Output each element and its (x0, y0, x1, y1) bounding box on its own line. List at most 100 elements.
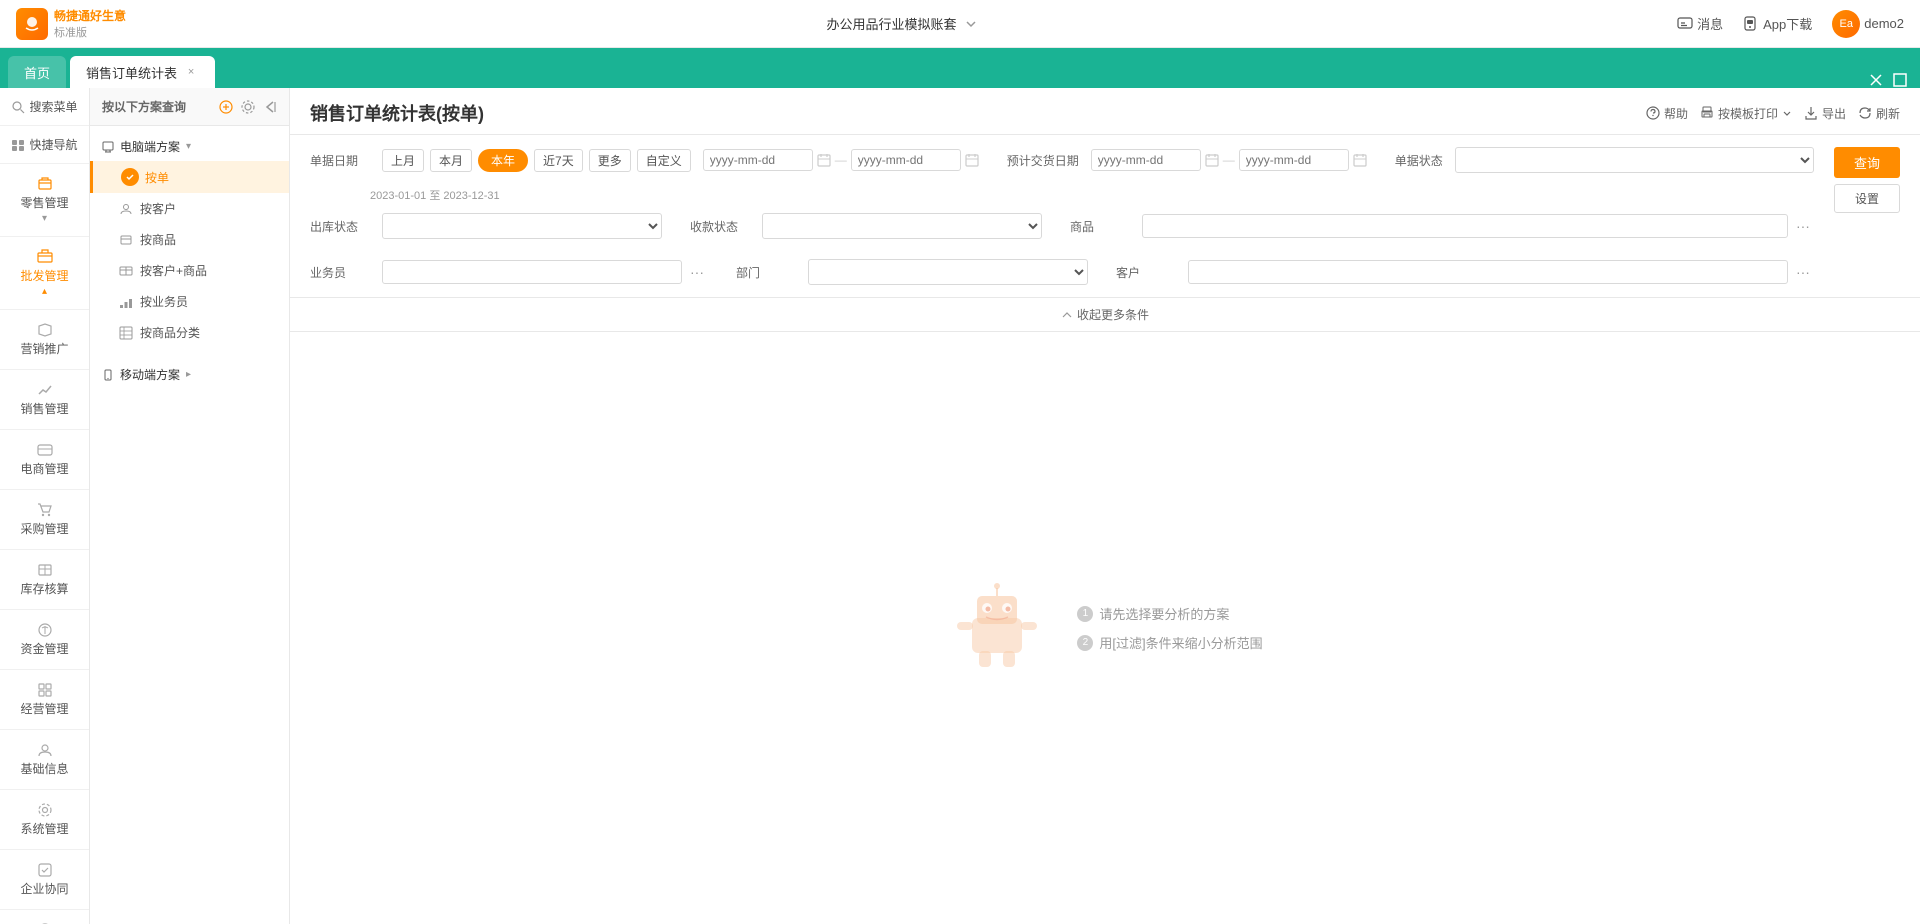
help-button[interactable]: 帮助 (1646, 105, 1688, 122)
sidebar-item-ecommerce[interactable]: 电商管理 (0, 430, 89, 490)
salesperson-input[interactable] (382, 260, 682, 284)
out-status-select[interactable] (382, 213, 662, 239)
add-scheme-icon[interactable] (219, 100, 233, 114)
tab-active[interactable]: 销售订单统计表 × (70, 56, 215, 88)
message-button[interactable]: 消息 (1677, 14, 1723, 33)
expected-date-end[interactable] (1239, 149, 1349, 171)
help-icon (1646, 106, 1660, 120)
status-label: 单据状态 (1395, 154, 1443, 168)
sidebar-item-operations[interactable]: 经营管理 (0, 670, 89, 730)
left-panel-header: 按以下方案查询 (90, 88, 289, 126)
goods-label: 商品 (1070, 218, 1130, 235)
purchase-icon (37, 502, 53, 518)
last-7days-btn[interactable]: 近7天 (534, 149, 583, 172)
filter-row-person: 业务员 ··· 部门 客户 (310, 259, 1814, 285)
date-start-input[interactable] (703, 149, 813, 171)
pc-scheme-group-header[interactable]: 电脑端方案 ▾ (90, 132, 289, 161)
sidebar-item-retail[interactable]: 零售管理 ▾ (0, 164, 89, 237)
tab-close-button[interactable]: × (183, 64, 199, 80)
salesperson-more-btn[interactable]: ··· (686, 264, 708, 280)
sidebar-item-system[interactable]: 系统管理 (0, 790, 89, 850)
date-end-input[interactable] (851, 149, 961, 171)
collapse-icon (1061, 309, 1073, 321)
expected-date-sep: — (1223, 153, 1235, 167)
more-date-btn[interactable]: 更多 (589, 149, 631, 172)
main-layout: 搜索菜单 快捷导航 零售管理 ▾ (0, 88, 1920, 924)
status-select[interactable] (1455, 147, 1814, 173)
expected-date-start[interactable] (1091, 149, 1201, 171)
sales-icon (37, 382, 53, 398)
customer-goods-scheme-icon (118, 263, 134, 279)
scheme-item-by-customer-goods[interactable]: 按客户+商品 (90, 255, 289, 286)
tab-bar-right (1856, 72, 1920, 88)
date-filter-label: 单据日期 (310, 152, 370, 169)
scheme-item-by-goods[interactable]: 按商品 (90, 224, 289, 255)
left-panel-icons (219, 100, 277, 114)
salesperson-scheme-icon (118, 294, 134, 310)
sidebar-item-marketing[interactable]: 营销推广 (0, 310, 89, 370)
goods-more-btn[interactable]: ··· (1792, 218, 1814, 234)
empty-tip-1: 1 请先选择要分析的方案 (1077, 604, 1262, 623)
window-maximize-icon[interactable] (1892, 72, 1908, 88)
sidebar-item-basic[interactable]: 基础信息 (0, 730, 89, 790)
date-buttons-group: 上月 本月 本年 近7天 更多 自定义 (382, 149, 691, 172)
tab-bar: 首页 销售订单统计表 × (0, 48, 1920, 88)
filter-row-status: 出库状态 收款状态 商品 ··· (310, 213, 1814, 239)
sidebar-item-finance[interactable]: 资金管理 (0, 610, 89, 670)
customer-more-btn[interactable]: ··· (1792, 264, 1814, 280)
filter-row-date: 单据日期 上月 本月 本年 近7天 更多 自定义 (310, 147, 1814, 173)
collapse-bar[interactable]: 收起更多条件 (290, 298, 1920, 332)
refresh-button[interactable]: 刷新 (1858, 105, 1900, 122)
this-year-btn[interactable]: 本年 (478, 149, 528, 172)
collapse-panel-icon[interactable] (263, 100, 277, 114)
refresh-icon (1858, 106, 1872, 120)
out-status-label: 出库状态 (310, 218, 370, 235)
company-selector[interactable]: 办公用品行业模拟账套 (827, 14, 977, 33)
scheme-item-by-customer[interactable]: 按客户 (90, 193, 289, 224)
print-chevron-icon (1782, 108, 1792, 118)
sidebar-item-inventory[interactable]: 库存核算 (0, 550, 89, 610)
collect-status-select[interactable] (762, 213, 1042, 239)
marketing-icon (37, 322, 53, 338)
quick-nav-item[interactable]: 快捷导航 (0, 126, 89, 164)
sidebar-item-sales[interactable]: 销售管理 (0, 370, 89, 430)
logo-area: 畅捷通好生意 标准版 (16, 7, 126, 40)
right-main: 销售订单统计表(按单) 帮助 (290, 88, 1920, 924)
sidebar: 搜索菜单 快捷导航 零售管理 ▾ (0, 88, 90, 924)
export-button[interactable]: 导出 (1804, 105, 1846, 122)
settings-button[interactable]: 设置 (1834, 184, 1900, 213)
dept-label: 部门 (736, 264, 796, 281)
expected-date-label: 预计交货日期 (1007, 152, 1079, 169)
last-month-btn[interactable]: 上月 (382, 149, 424, 172)
search-menu-item[interactable]: 搜索菜单 (0, 88, 89, 126)
tab-home[interactable]: 首页 (8, 56, 66, 88)
goods-input[interactable] (1142, 214, 1788, 238)
active-scheme-dot (121, 168, 139, 186)
empty-state: 1 请先选择要分析的方案 2 用[过滤]条件来缩小分析范围 (290, 332, 1920, 924)
dept-select[interactable] (808, 259, 1088, 285)
sidebar-item-enterprise[interactable]: 企业协同 (0, 850, 89, 910)
empty-tips: 1 请先选择要分析的方案 2 用[过滤]条件来缩小分析范围 (1077, 604, 1262, 652)
print-icon (1700, 106, 1714, 120)
app-download-button[interactable]: App下载 (1743, 14, 1812, 33)
window-close-icon[interactable] (1868, 72, 1884, 88)
filter-area: 单据日期 上月 本月 本年 近7天 更多 自定义 (290, 135, 1920, 298)
customer-input[interactable] (1188, 260, 1788, 284)
cal-expected-start-icon (1205, 153, 1219, 167)
calendar-end-icon (965, 153, 979, 167)
user-menu[interactable]: Ea demo2 (1832, 10, 1904, 38)
mobile-scheme-group-header[interactable]: 移动端方案 ▸ (90, 360, 289, 389)
template-print-button[interactable]: 按模板打印 (1700, 105, 1792, 122)
settings-scheme-icon[interactable] (241, 100, 255, 114)
this-month-btn[interactable]: 本月 (430, 149, 472, 172)
custom-date-btn[interactable]: 自定义 (637, 149, 691, 172)
download-icon (1743, 16, 1759, 32)
sidebar-item-guide[interactable]: 新手引导 (0, 910, 89, 924)
scheme-item-by-order[interactable]: 按单 (90, 161, 289, 193)
scheme-item-by-salesperson[interactable]: 按业务员 (90, 286, 289, 317)
scheme-item-by-category[interactable]: 按商品分类 (90, 317, 289, 348)
sidebar-item-purchase[interactable]: 采购管理 (0, 490, 89, 550)
search-button[interactable]: 查询 (1834, 147, 1900, 178)
sidebar-item-wholesale[interactable]: 批发管理 ▴ (0, 237, 89, 310)
empty-tip-2: 2 用[过滤]条件来缩小分析范围 (1077, 633, 1262, 652)
